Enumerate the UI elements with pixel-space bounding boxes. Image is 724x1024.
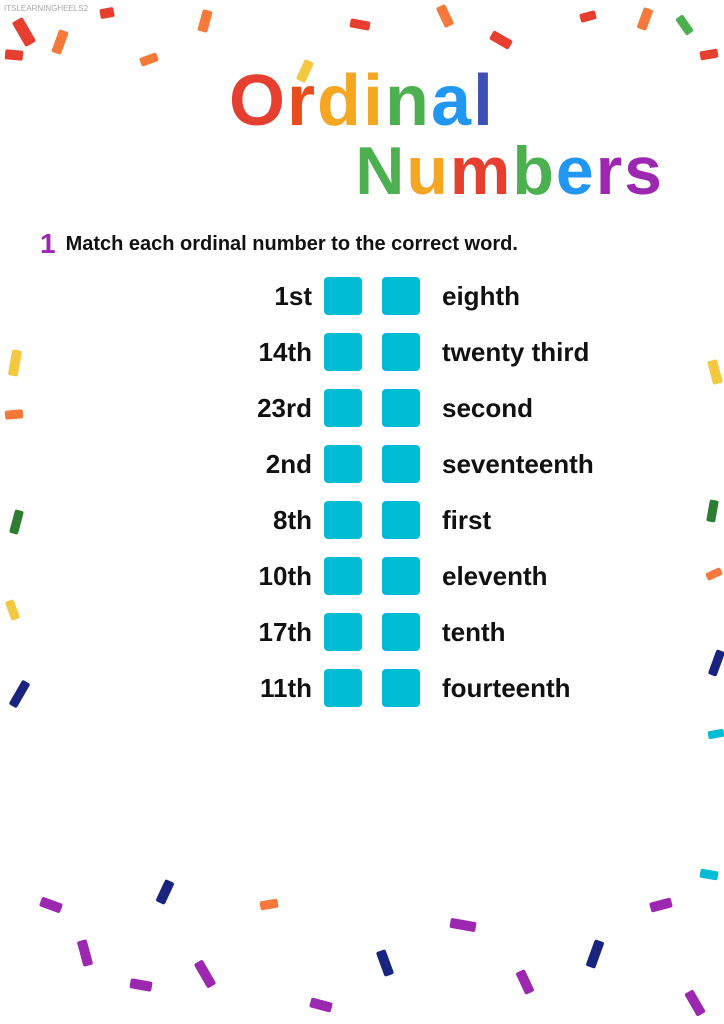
confetti-27 xyxy=(129,978,152,992)
confetti-23 xyxy=(708,649,724,677)
confetti-25 xyxy=(39,897,63,914)
confetti-20 xyxy=(707,359,723,385)
left-row-8th: 8th xyxy=(60,494,362,546)
letter-u: u xyxy=(406,133,450,209)
confetti-35 xyxy=(586,939,605,969)
title-numbers: Numbers xyxy=(0,132,724,210)
left-column: 1st 14th 23rd 2nd 8th 10th 17th 11th xyxy=(60,270,362,714)
confetti-38 xyxy=(684,989,706,1017)
letter-a: a xyxy=(431,61,473,141)
confetti-37 xyxy=(699,869,718,881)
match-box-eleventh[interactable] xyxy=(382,557,420,595)
left-row-11th: 11th xyxy=(60,662,362,714)
match-box-10th[interactable] xyxy=(324,557,362,595)
match-box-8th[interactable] xyxy=(324,501,362,539)
match-box-fourteenth[interactable] xyxy=(382,669,420,707)
word-first: first xyxy=(442,505,491,536)
match-box-1st[interactable] xyxy=(324,277,362,315)
instruction-text: Match each ordinal number to the correct… xyxy=(66,233,518,256)
confetti-30 xyxy=(259,899,278,911)
right-row-second: second xyxy=(362,382,664,434)
letter-N: N xyxy=(355,133,406,209)
match-box-2nd[interactable] xyxy=(324,445,362,483)
confetti-21 xyxy=(706,499,719,522)
right-row-tenth: tenth xyxy=(362,606,664,658)
left-row-2nd: 2nd xyxy=(60,438,362,490)
confetti-24 xyxy=(707,729,724,740)
word-eleventh: eleventh xyxy=(442,561,548,592)
letter-r2: r xyxy=(596,133,624,209)
title-ordinal: Ordinal xyxy=(229,60,495,142)
match-box-seventeenth[interactable] xyxy=(382,445,420,483)
confetti-31 xyxy=(309,997,333,1012)
ordinal-2nd: 2nd xyxy=(252,449,312,480)
left-row-14th: 14th xyxy=(60,326,362,378)
right-row-fourteenth: fourteenth xyxy=(362,662,664,714)
word-fourteenth: fourteenth xyxy=(442,673,571,704)
confetti-18 xyxy=(5,599,20,621)
watermark: ITSLEARNINGHEELS2 xyxy=(4,4,88,13)
instruction-number: 1 xyxy=(40,228,56,260)
right-row-first: first xyxy=(362,494,664,546)
ordinal-1st: 1st xyxy=(252,281,312,312)
match-box-twenty-third[interactable] xyxy=(382,333,420,371)
letter-l: l xyxy=(473,61,495,141)
match-box-second[interactable] xyxy=(382,389,420,427)
match-box-tenth[interactable] xyxy=(382,613,420,651)
confetti-22 xyxy=(705,567,723,581)
word-seventeenth: seventeenth xyxy=(442,449,594,480)
word-eighth: eighth xyxy=(442,281,520,312)
ordinal-10th: 10th xyxy=(252,561,312,592)
ordinal-11th: 11th xyxy=(252,673,312,704)
letter-O: O xyxy=(229,61,287,141)
confetti-34 xyxy=(515,969,534,995)
match-box-17th[interactable] xyxy=(324,613,362,651)
left-row-10th: 10th xyxy=(60,550,362,602)
ordinal-17th: 17th xyxy=(252,617,312,648)
confetti-36 xyxy=(649,897,673,912)
confetti-28 xyxy=(194,959,217,988)
confetti-32 xyxy=(376,949,394,977)
ordinal-23rd: 23rd xyxy=(252,393,312,424)
confetti-29 xyxy=(155,879,174,905)
right-row-eighth: eighth xyxy=(362,270,664,322)
matching-section: 1st 14th 23rd 2nd 8th 10th 17th 11th xyxy=(60,270,664,714)
right-row-twenty-third: twenty third xyxy=(362,326,664,378)
instruction: 1 Match each ordinal number to the corre… xyxy=(40,228,684,260)
letter-n: n xyxy=(385,61,431,141)
letter-e: e xyxy=(556,133,596,209)
confetti-33 xyxy=(449,918,476,932)
title-section: Ordinal Numbers xyxy=(0,0,724,210)
right-column: eighth twenty third second seventeenth f… xyxy=(362,270,664,714)
word-second: second xyxy=(442,393,533,424)
left-row-17th: 17th xyxy=(60,606,362,658)
confetti-26 xyxy=(77,939,93,967)
confetti-17 xyxy=(9,509,24,535)
match-box-eighth[interactable] xyxy=(382,277,420,315)
letter-m: m xyxy=(450,133,512,209)
confetti-15 xyxy=(8,349,22,376)
letter-r: r xyxy=(287,61,317,141)
word-twenty-third: twenty third xyxy=(442,337,589,368)
match-box-first[interactable] xyxy=(382,501,420,539)
match-box-14th[interactable] xyxy=(324,333,362,371)
left-row-1st: 1st xyxy=(60,270,362,322)
right-row-eleventh: eleventh xyxy=(362,550,664,602)
letter-b: b xyxy=(512,133,556,209)
ordinal-14th: 14th xyxy=(252,337,312,368)
right-row-seventeenth: seventeenth xyxy=(362,438,664,490)
left-row-23rd: 23rd xyxy=(60,382,362,434)
ordinal-8th: 8th xyxy=(252,505,312,536)
confetti-16 xyxy=(5,409,24,420)
match-box-11th[interactable] xyxy=(324,669,362,707)
match-box-23rd[interactable] xyxy=(324,389,362,427)
confetti-19 xyxy=(9,680,31,709)
letter-i: i xyxy=(363,61,385,141)
letter-d: d xyxy=(317,61,363,141)
word-tenth: tenth xyxy=(442,617,506,648)
letter-s: s xyxy=(624,133,664,209)
